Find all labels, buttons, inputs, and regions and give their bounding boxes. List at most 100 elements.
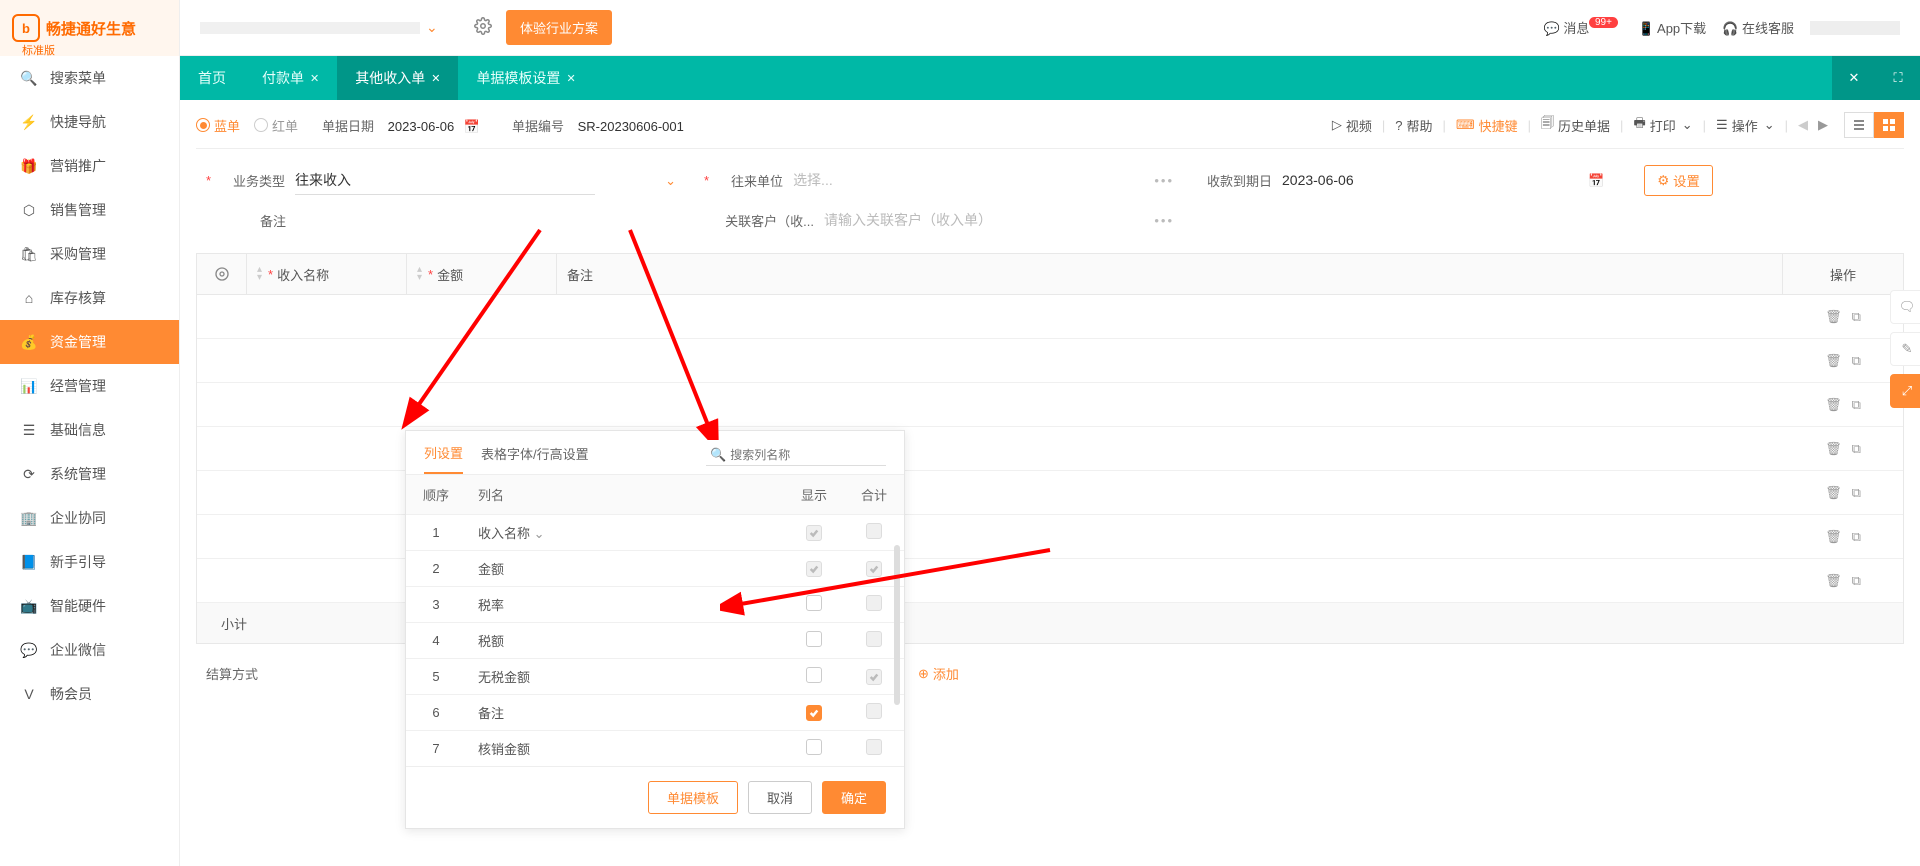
sidebar-item-14[interactable]: V畅会员 xyxy=(0,672,179,716)
setting-button[interactable]: ⚙设置 xyxy=(1644,165,1713,196)
checkbox xyxy=(866,523,882,539)
radio-red[interactable]: 红单 xyxy=(254,116,298,135)
col-income-name[interactable]: ▴▾*收入名称 xyxy=(247,254,407,294)
popup-row: 4税额 xyxy=(406,623,904,659)
sidebar-item-7[interactable]: 📊经营管理 xyxy=(0,364,179,408)
sidebar-item-1[interactable]: ⚡快捷导航 xyxy=(0,100,179,144)
phone-icon: 📱 xyxy=(1638,21,1654,36)
delete-icon[interactable]: 🗑 xyxy=(1825,441,1842,457)
th-show: 显示 xyxy=(784,475,844,515)
next-button[interactable]: ▶ xyxy=(1818,117,1828,133)
radio-blue[interactable]: 蓝单 xyxy=(196,116,240,135)
tab-3[interactable]: 单据模板设置✕ xyxy=(458,56,593,100)
side-icon: 🎁 xyxy=(20,157,38,175)
delete-icon[interactable]: 🗑 xyxy=(1825,353,1842,369)
th-name: 列名 xyxy=(466,475,784,515)
annotation-arrow xyxy=(390,220,550,430)
online-service-button[interactable]: 🎧 在线客服 xyxy=(1722,18,1794,37)
delete-icon[interactable]: 🗑 xyxy=(1825,573,1842,589)
play-icon: ▷ xyxy=(1332,117,1342,133)
tab-2[interactable]: 其他收入单✕ xyxy=(337,56,458,100)
tab-1[interactable]: 付款单✕ xyxy=(244,56,337,100)
sidebar-item-11[interactable]: 📘新手引导 xyxy=(0,540,179,584)
history-button[interactable]: 🗐历史单据 xyxy=(1541,114,1610,136)
bill-date-value[interactable]: 2023-06-06 xyxy=(388,119,455,134)
delete-icon[interactable]: 🗑 xyxy=(1825,309,1842,325)
chevron-down-icon[interactable]: ⌄ xyxy=(534,526,545,541)
annotation-arrow xyxy=(720,540,1060,620)
calendar-icon[interactable]: 📅 xyxy=(1588,173,1604,189)
close-icon[interactable]: ✕ xyxy=(431,72,440,85)
column-settings-button[interactable] xyxy=(197,254,247,294)
ok-button[interactable]: 确定 xyxy=(822,781,886,814)
fullscreen-icon[interactable]: ⛶ xyxy=(1876,56,1920,100)
delete-icon[interactable]: 🗑 xyxy=(1825,529,1842,545)
prev-button[interactable]: ◀ xyxy=(1798,117,1808,133)
calendar-icon[interactable]: 📅 xyxy=(464,119,480,134)
sidebar-item-12[interactable]: 📺智能硬件 xyxy=(0,584,179,628)
copy-icon[interactable]: ⧉ xyxy=(1852,529,1861,545)
view-list-button[interactable] xyxy=(1844,112,1874,138)
help-button[interactable]: ?帮助 xyxy=(1395,116,1432,135)
more-icon[interactable]: ••• xyxy=(1154,213,1174,228)
tab-0[interactable]: 首页 xyxy=(180,56,244,100)
copy-icon[interactable]: ⧉ xyxy=(1852,573,1861,589)
close-icon[interactable]: ✕ xyxy=(310,72,319,85)
due-date-input[interactable]: 2023-06-06 xyxy=(1282,168,1582,193)
checkbox[interactable] xyxy=(806,667,822,683)
side-icon: 🛍 xyxy=(20,245,38,263)
rel-customer-input[interactable]: 请输入关联客户（收入单） xyxy=(824,206,1124,235)
video-button[interactable]: ▷视频 xyxy=(1332,116,1372,135)
popup-tab-font[interactable]: 表格字体/行高设置 xyxy=(481,444,589,473)
cta-button[interactable]: 体验行业方案 xyxy=(506,10,612,45)
popup-tab-columns[interactable]: 列设置 xyxy=(424,443,463,474)
plus-icon: ⊕ xyxy=(918,666,929,682)
add-settle-button[interactable]: ⊕添加 xyxy=(918,664,959,683)
copy-icon[interactable]: ⧉ xyxy=(1852,441,1861,457)
app-download-button[interactable]: 📱 App下载 xyxy=(1638,18,1706,37)
copy-icon[interactable]: ⧉ xyxy=(1852,397,1861,413)
delete-icon[interactable]: 🗑 xyxy=(1825,485,1842,501)
avatar[interactable] xyxy=(1810,21,1900,35)
checkbox[interactable] xyxy=(806,739,822,755)
org-selector[interactable]: ⌄ xyxy=(200,19,450,36)
tab-close-icon[interactable]: ✕ xyxy=(1832,56,1876,100)
ops-button[interactable]: ☰操作⌄ xyxy=(1716,116,1775,135)
sidebar-item-0[interactable]: 🔍搜索菜单 xyxy=(0,56,179,100)
popup-search[interactable]: 🔍 xyxy=(706,445,886,466)
sidebar-item-9[interactable]: ⟳系统管理 xyxy=(0,452,179,496)
party-select[interactable]: 选择... xyxy=(793,166,1093,195)
th-order: 顺序 xyxy=(406,475,466,515)
view-card-button[interactable] xyxy=(1874,112,1904,138)
copy-icon[interactable]: ⧉ xyxy=(1852,309,1861,325)
close-icon[interactable]: ✕ xyxy=(566,72,575,85)
cancel-button[interactable]: 取消 xyxy=(748,781,812,814)
shortcut-button[interactable]: ⌨快捷键 xyxy=(1456,116,1518,135)
ops-icon: ☰ xyxy=(1716,117,1728,133)
sidebar-item-10[interactable]: 🏢企业协同 xyxy=(0,496,179,540)
popup-search-input[interactable] xyxy=(730,448,870,462)
copy-icon[interactable]: ⧉ xyxy=(1852,353,1861,369)
sidebar-item-8[interactable]: ☰基础信息 xyxy=(0,408,179,452)
sidebar-item-6[interactable]: 💰资金管理 xyxy=(0,320,179,364)
sidebar-item-5[interactable]: ⌂库存核算 xyxy=(0,276,179,320)
float-expand-icon[interactable]: ⤢ xyxy=(1890,374,1920,408)
sidebar-item-13[interactable]: 💬企业微信 xyxy=(0,628,179,672)
sidebar-item-4[interactable]: 🛍采购管理 xyxy=(0,232,179,276)
copy-icon[interactable]: ⧉ xyxy=(1852,485,1861,501)
more-icon[interactable]: ••• xyxy=(1154,173,1174,188)
sidebar-item-3[interactable]: ⬡销售管理 xyxy=(0,188,179,232)
checkbox[interactable] xyxy=(806,705,822,721)
checkbox xyxy=(806,525,822,541)
biz-type-select[interactable]: 往来收入 xyxy=(295,166,595,195)
delete-icon[interactable]: 🗑 xyxy=(1825,397,1842,413)
float-edit-icon[interactable]: ✎ xyxy=(1890,332,1920,366)
sidebar-item-2[interactable]: 🎁营销推广 xyxy=(0,144,179,188)
gear-icon[interactable] xyxy=(474,17,492,38)
float-note-icon[interactable]: 🗨 xyxy=(1890,290,1920,324)
template-button[interactable]: 单据模板 xyxy=(648,781,738,814)
side-icon: 📘 xyxy=(20,553,38,571)
message-button[interactable]: 💬 消息 99+ xyxy=(1544,18,1622,37)
print-button[interactable]: 🖶打印⌄ xyxy=(1633,114,1692,136)
checkbox[interactable] xyxy=(806,631,822,647)
